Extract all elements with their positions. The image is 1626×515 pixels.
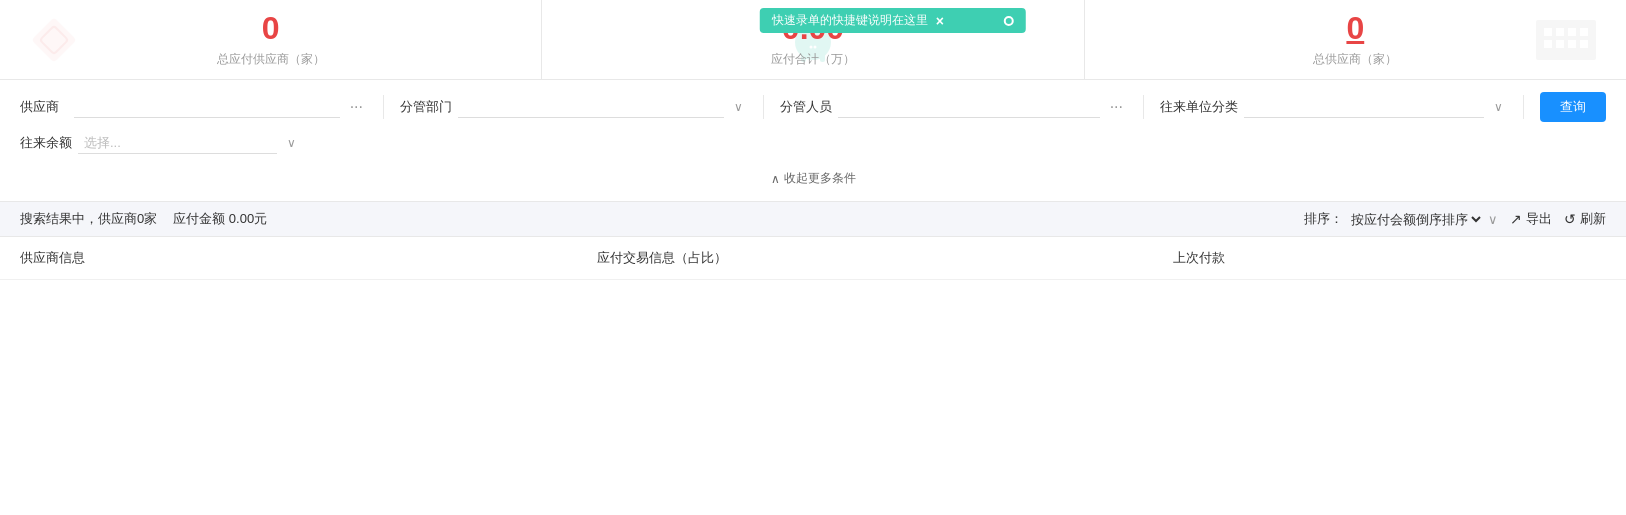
collapse-button[interactable]: ∧ 收起更多条件 — [755, 164, 872, 193]
tooltip-line — [952, 20, 992, 22]
stat-payable-total-label: 应付合计（万） — [771, 51, 855, 68]
manager-input[interactable] — [838, 96, 1100, 118]
export-label: 导出 — [1526, 210, 1552, 228]
filter-manager: 分管人员 ··· — [780, 96, 1127, 118]
unit-class-label: 往来单位分类 — [1160, 98, 1238, 116]
unit-class-chevron[interactable]: ∨ — [1490, 100, 1507, 114]
sort-group: 排序： 按应付会额倒序排序 ∨ — [1304, 210, 1498, 228]
svg-rect-14 — [1580, 28, 1588, 36]
filter-supplier: 供应商 ··· — [20, 96, 367, 118]
result-info-group: 搜索结果中，供应商0家 应付金额 0.00元 — [20, 210, 267, 228]
sort-label: 排序： — [1304, 210, 1343, 228]
sort-chevron-icon: ∨ — [1488, 212, 1498, 227]
building-bg-icon — [1526, 10, 1606, 70]
stat-total-suppliers-label: 总供应商（家） — [1313, 51, 1397, 68]
svg-rect-13 — [1568, 28, 1576, 36]
stat-payable-suppliers-label: 总应付供应商（家） — [217, 51, 325, 68]
tooltip-text: 快速录单的快捷键说明在这里 — [772, 12, 928, 29]
filter-area: 供应商 ··· 分管部门 ∨ 分管人员 ··· 往来单位分类 ∨ 查询 — [0, 80, 1626, 202]
sort-select[interactable]: 按应付会额倒序排序 — [1347, 211, 1484, 228]
tooltip-dot — [1004, 16, 1014, 26]
svg-rect-17 — [1568, 40, 1576, 48]
balance-label: 往来余额 — [20, 134, 72, 152]
department-chevron[interactable]: ∨ — [730, 100, 747, 114]
table-body — [0, 280, 1626, 515]
filter-balance: 往来余额 ∨ — [20, 132, 300, 154]
refresh-button[interactable]: ↺ 刷新 — [1564, 210, 1606, 228]
stat-total-suppliers: 0 总供应商（家） — [1085, 0, 1626, 79]
svg-rect-15 — [1544, 40, 1552, 48]
tooltip-close[interactable]: × — [936, 13, 944, 29]
quick-entry-tooltip: 快速录单的快捷键说明在这里 × — [760, 8, 1026, 33]
result-amount: 应付金额 0.00元 — [173, 210, 267, 228]
svg-rect-18 — [1580, 40, 1588, 48]
stat-payable-total: 快速录单的快捷键说明在这里 × 0.00 应付合计（万） — [542, 0, 1084, 79]
refresh-icon: ↺ — [1564, 211, 1576, 227]
divider-2 — [763, 95, 764, 119]
refresh-label: 刷新 — [1580, 210, 1606, 228]
divider-3 — [1143, 95, 1144, 119]
export-button[interactable]: ↗ 导出 — [1510, 210, 1552, 228]
svg-rect-16 — [1556, 40, 1564, 48]
svg-rect-12 — [1556, 28, 1564, 36]
filter-department: 分管部门 ∨ — [400, 96, 747, 118]
filter-row-1: 供应商 ··· 分管部门 ∨ 分管人员 ··· 往来单位分类 ∨ 查询 — [20, 92, 1606, 122]
stat-payable-suppliers-number: 0 — [262, 11, 280, 46]
collapse-chevron-up: ∧ — [771, 172, 780, 186]
filter-unit-class: 往来单位分类 ∨ — [1160, 96, 1507, 118]
filter-row-2: 往来余额 ∨ — [20, 132, 1606, 154]
stat-total-suppliers-number: 0 — [1346, 11, 1364, 46]
supplier-label: 供应商 — [20, 98, 68, 116]
department-label: 分管部门 — [400, 98, 452, 116]
table-col-supplier: 供应商信息 — [20, 249, 597, 267]
divider-4 — [1523, 95, 1524, 119]
diamond-bg-icon — [30, 16, 78, 64]
supplier-input[interactable] — [74, 96, 340, 118]
stat-payable-suppliers: 0 总应付供应商（家） — [0, 0, 542, 79]
stats-bar: 0 总应付供应商（家） 快速录单的快捷键说明在这里 × 0 — [0, 0, 1626, 80]
supplier-dots-button[interactable]: ··· — [346, 98, 367, 116]
balance-chevron[interactable]: ∨ — [283, 136, 300, 150]
manager-label: 分管人员 — [780, 98, 832, 116]
divider-1 — [383, 95, 384, 119]
svg-rect-11 — [1544, 28, 1552, 36]
balance-input[interactable] — [78, 132, 277, 154]
svg-rect-0 — [31, 17, 76, 62]
export-icon: ↗ — [1510, 211, 1522, 227]
department-input[interactable] — [458, 96, 724, 118]
query-button[interactable]: 查询 — [1540, 92, 1606, 122]
result-supplier-count: 搜索结果中，供应商0家 — [20, 210, 157, 228]
manager-dots-button[interactable]: ··· — [1106, 98, 1127, 116]
table-col-transaction: 应付交易信息（占比） — [597, 249, 1174, 267]
result-actions: 排序： 按应付会额倒序排序 ∨ ↗ 导出 ↺ 刷新 — [1304, 210, 1606, 228]
collapse-label: 收起更多条件 — [784, 170, 856, 187]
result-bar: 搜索结果中，供应商0家 应付金额 0.00元 排序： 按应付会额倒序排序 ∨ ↗… — [0, 202, 1626, 237]
table-header: 供应商信息 应付交易信息（占比） 上次付款 — [0, 237, 1626, 280]
table-col-payment: 上次付款 — [1173, 249, 1606, 267]
unit-class-input[interactable] — [1244, 96, 1484, 118]
